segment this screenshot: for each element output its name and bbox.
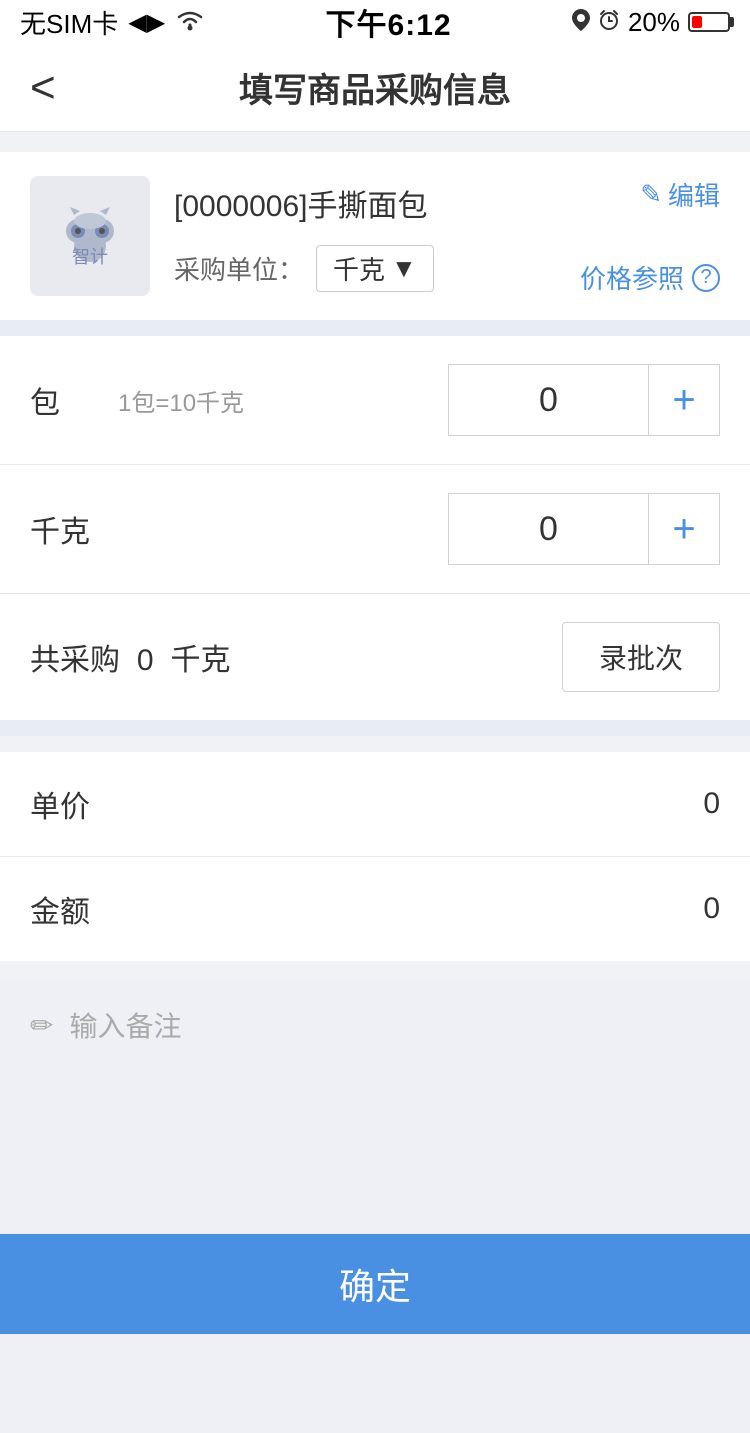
- remark-section[interactable]: ✏ 输入备注: [0, 977, 750, 1073]
- product-image: 智计: [30, 176, 150, 296]
- bag-input-row: 包 1包=10千克 +: [0, 336, 750, 465]
- wifi-symbol: [175, 7, 205, 38]
- input-section: 包 1包=10千克 + 千克 +: [0, 336, 750, 594]
- battery-bar: [688, 12, 730, 32]
- location-icon: [572, 7, 590, 38]
- total-unit: 千克: [170, 644, 230, 677]
- svg-text:智计: 智计: [72, 247, 108, 267]
- status-bar: 无SIM卡 ◀▶ 下午6:12 20%: [0, 0, 750, 44]
- battery-percent: 20%: [628, 7, 680, 38]
- total-label: 共采购: [30, 644, 120, 677]
- price-ref-label: 价格参照: [580, 259, 684, 296]
- back-button[interactable]: <: [30, 63, 56, 113]
- kg-quantity-input[interactable]: [448, 493, 648, 565]
- alarm-icon: [598, 7, 620, 38]
- kg-input-controls: +: [448, 493, 720, 565]
- price-section: 单价 0 金额 0: [0, 752, 750, 961]
- battery-tip: [730, 17, 734, 27]
- confirm-button[interactable]: 确定: [339, 1258, 411, 1310]
- price-reference-button[interactable]: 价格参照 ?: [580, 259, 720, 296]
- unit-label: 采购单位：: [174, 250, 304, 287]
- amount-row: 金额 0: [0, 857, 750, 961]
- edit-icon: ✎: [640, 179, 662, 210]
- separator-2: [0, 720, 750, 736]
- status-left: 无SIM卡 ◀▶: [20, 4, 205, 41]
- bag-plus-button[interactable]: +: [648, 364, 720, 436]
- total-value: 0: [137, 644, 154, 677]
- help-icon: ?: [692, 264, 720, 292]
- nav-bar: < 填写商品采购信息: [0, 44, 750, 132]
- remark-placeholder: 输入备注: [69, 1005, 181, 1045]
- wifi-icon: ◀▶: [128, 8, 165, 37]
- edit-button[interactable]: ✎ 编辑: [640, 176, 720, 213]
- unit-price-value: 0: [703, 787, 720, 821]
- kg-plus-button[interactable]: +: [648, 493, 720, 565]
- status-time: 下午6:12: [326, 0, 452, 44]
- confirm-bar[interactable]: 确定: [0, 1234, 750, 1334]
- unit-value: 千克: [333, 250, 385, 287]
- status-right: 20%: [572, 7, 730, 38]
- bag-label: 包: [30, 378, 110, 422]
- sim-text: 无SIM卡: [20, 4, 118, 41]
- bag-quantity-input[interactable]: [448, 364, 648, 436]
- bag-input-controls: +: [448, 364, 720, 436]
- pencil-icon: ✏: [30, 1009, 53, 1042]
- plus-icon: +: [672, 378, 695, 423]
- back-icon: <: [30, 63, 56, 112]
- kg-input-row: 千克 +: [0, 465, 750, 594]
- dropdown-arrow-icon: ▼: [391, 253, 417, 284]
- separator-1: [0, 320, 750, 336]
- product-card: 智计 [0000006]手撕面包 采购单位： 千克 ▼ ✎ 编辑 价格参照 ?: [0, 152, 750, 320]
- record-batch-button[interactable]: 录批次: [562, 622, 720, 692]
- total-summary: 共采购 0 千克: [30, 635, 230, 679]
- page-title: 填写商品采购信息: [239, 63, 511, 112]
- unit-price-label: 单价: [30, 782, 90, 826]
- bag-sublabel: 1包=10千克: [118, 383, 448, 418]
- total-row: 共采购 0 千克 录批次: [0, 594, 750, 720]
- amount-label: 金额: [30, 887, 90, 931]
- plus-icon-2: +: [672, 507, 695, 552]
- amount-value: 0: [703, 892, 720, 926]
- product-name: [0000006]手撕面包: [174, 181, 720, 225]
- unit-price-row: 单价 0: [0, 752, 750, 857]
- battery-fill: [692, 16, 702, 28]
- kg-label: 千克: [30, 507, 110, 551]
- unit-select[interactable]: 千克 ▼: [316, 245, 434, 292]
